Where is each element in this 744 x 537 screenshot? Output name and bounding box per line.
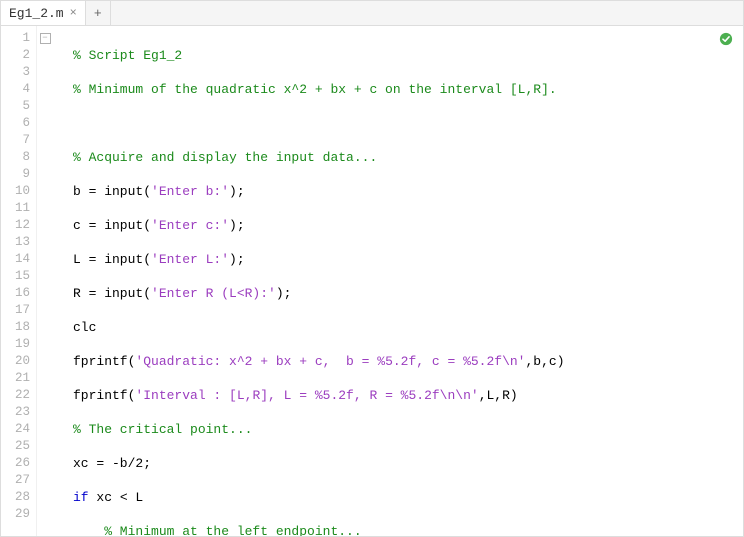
editor-area[interactable]: 1234567891011121314151617181920212223242… (1, 26, 743, 536)
fold-toggle-icon[interactable]: − (40, 33, 51, 44)
close-icon[interactable]: × (70, 6, 77, 20)
new-tab-button[interactable]: + (86, 1, 111, 25)
fold-column: − (37, 26, 53, 536)
editor-window: Eg1_2.m × + 1234567891011121314151617181… (0, 0, 744, 537)
status-ok-icon (719, 32, 733, 46)
tab-bar: Eg1_2.m × + (1, 1, 743, 26)
line-number-gutter: 1234567891011121314151617181920212223242… (1, 26, 37, 536)
plus-icon: + (94, 6, 102, 21)
tab-file[interactable]: Eg1_2.m × (1, 1, 86, 25)
code-content[interactable]: % Script Eg1_2 % Minimum of the quadrati… (53, 26, 743, 536)
tab-label: Eg1_2.m (9, 6, 64, 21)
